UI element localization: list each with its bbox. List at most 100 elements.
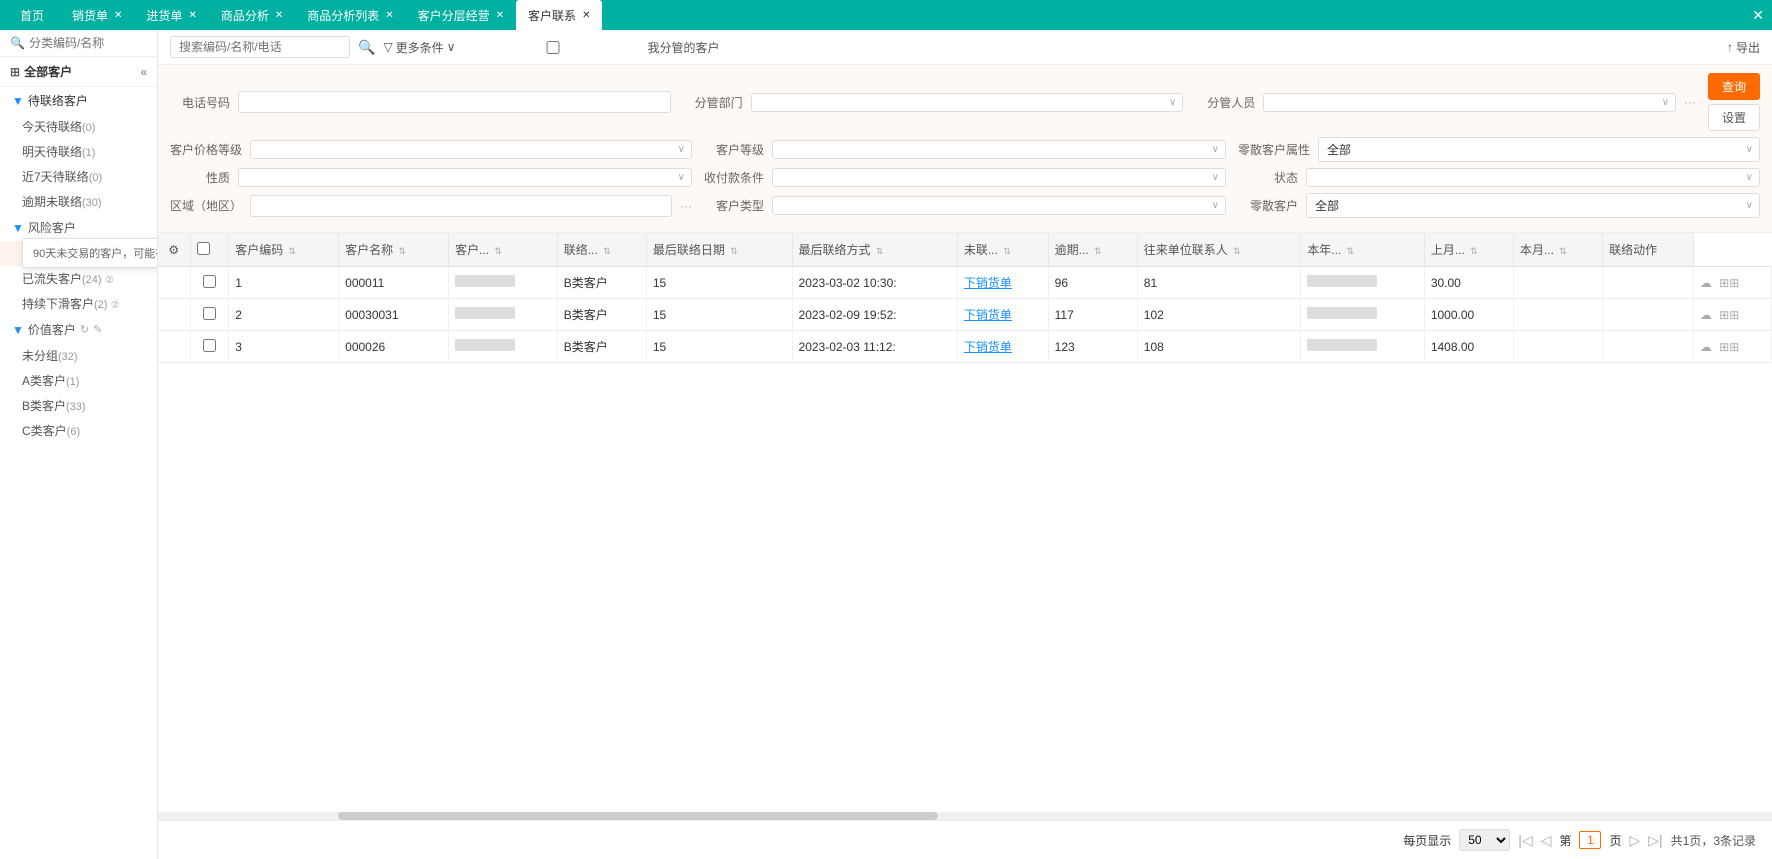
chevron-customer-grade-icon: ∨ bbox=[1212, 144, 1219, 155]
close-customer-tier-icon[interactable]: ✕ bbox=[496, 10, 504, 21]
more-region-icon[interactable]: ··· bbox=[680, 199, 692, 213]
payment-select[interactable]: ∨ bbox=[772, 168, 1226, 187]
tab-sales[interactable]: 销货单 ✕ bbox=[60, 0, 134, 30]
sidebar-item-declining[interactable]: 持续下滑客户(2) ② bbox=[0, 291, 157, 316]
tab-customer-tier[interactable]: 客户分层经营 ✕ bbox=[406, 0, 516, 30]
status-select[interactable]: ∨ bbox=[1306, 168, 1760, 187]
th-contacts[interactable]: 联络... ⇅ bbox=[557, 233, 646, 267]
tab-product-list[interactable]: 商品分析列表 ✕ bbox=[295, 0, 405, 30]
customer-grade-select[interactable]: ∨ bbox=[772, 140, 1226, 159]
row-checkbox[interactable] bbox=[203, 275, 216, 288]
contact-action-icon[interactable]: ☁ bbox=[1700, 276, 1712, 290]
row-last-method[interactable]: 下销货单 bbox=[957, 299, 1048, 331]
phone-input[interactable] bbox=[238, 91, 671, 113]
prev-prev-icon[interactable]: |◁ bbox=[1518, 832, 1532, 849]
th-code[interactable]: 客户编码 ⇅ bbox=[229, 233, 339, 267]
tab-purchase[interactable]: 进货单 ✕ bbox=[134, 0, 208, 30]
grid-icon: ⊞ bbox=[10, 65, 20, 79]
row-last-method[interactable]: 下销货单 bbox=[957, 267, 1048, 299]
close-purchase-icon[interactable]: ✕ bbox=[188, 10, 196, 21]
th-type[interactable]: 客户... ⇅ bbox=[449, 233, 558, 267]
scrollbar-thumb[interactable] bbox=[338, 812, 938, 820]
sidebar-item-a-class[interactable]: A类客户(1) bbox=[0, 368, 157, 393]
my-customers-checkbox[interactable] bbox=[463, 41, 643, 54]
next-icon[interactable]: ▷ bbox=[1629, 832, 1640, 849]
th-last-method[interactable]: 最后联络方式 ⇅ bbox=[792, 233, 957, 267]
sidebar-group-risk[interactable]: ▼ 风险客户 bbox=[0, 214, 157, 241]
th-this-year[interactable]: 本年... ⇅ bbox=[1301, 233, 1425, 267]
customer-type-select[interactable]: ∨ bbox=[772, 196, 1226, 215]
row-last-month bbox=[1513, 267, 1602, 299]
sidebar-item-ungroup[interactable]: 未分组(32) bbox=[0, 343, 157, 368]
sort-contacts-icon: ⇅ bbox=[603, 246, 611, 256]
table-row: 1 000011 B类客户 15 2023-03-02 10:30: 下销货单 … bbox=[158, 267, 1772, 299]
close-sales-icon[interactable]: ✕ bbox=[114, 10, 122, 21]
row-last-method[interactable]: 下销货单 bbox=[957, 331, 1048, 363]
close-product-analysis-icon[interactable]: ✕ bbox=[275, 10, 283, 21]
sidebar-group-pending[interactable]: ▼ 待联络客户 bbox=[0, 87, 157, 114]
manager-select[interactable]: ∨ bbox=[1263, 93, 1676, 112]
close-window-icon[interactable]: ✕ bbox=[1752, 7, 1764, 24]
contact-action-icon[interactable]: ☁ bbox=[1700, 340, 1712, 354]
search-input[interactable] bbox=[170, 36, 350, 58]
more-conditions-btn[interactable]: ▽ 更多条件 ∨ bbox=[383, 39, 455, 56]
th-overdue[interactable]: 逾期... ⇅ bbox=[1048, 233, 1137, 267]
sidebar-group-value[interactable]: ▼ 价值客户 ↻ ✎ bbox=[0, 316, 157, 343]
row-checkbox[interactable] bbox=[203, 339, 216, 352]
price-grade-select[interactable]: ∨ bbox=[250, 140, 692, 159]
sidebar-all-customers[interactable]: ⊞ 全部客户 « bbox=[0, 57, 157, 87]
sidebar-search-input[interactable] bbox=[29, 36, 147, 50]
sidebar-item-7days-pending[interactable]: 近7天待联络(0) bbox=[0, 164, 157, 189]
contact-action-icon[interactable]: ☁ bbox=[1700, 308, 1712, 322]
prev-icon[interactable]: ◁ bbox=[1541, 832, 1552, 849]
chevron-nature-icon: ∨ bbox=[678, 172, 685, 183]
department-select[interactable]: ∨ bbox=[751, 93, 1184, 112]
row-checkbox[interactable] bbox=[203, 307, 216, 320]
more-action-icon[interactable]: ⊞⊞ bbox=[1719, 276, 1739, 290]
next-next-icon[interactable]: ▷| bbox=[1648, 832, 1662, 849]
collapse-sidebar-icon[interactable]: « bbox=[140, 65, 147, 79]
nature-select[interactable]: ∨ bbox=[238, 168, 692, 187]
th-name[interactable]: 客户名称 ⇅ bbox=[339, 233, 449, 267]
sidebar-item-tomorrow-pending[interactable]: 明天待联络(1) bbox=[0, 139, 157, 164]
filter-price-grade: 客户价格等级 ∨ bbox=[170, 140, 692, 159]
my-customers-checkbox-label[interactable]: 我分管的客户 bbox=[463, 39, 719, 56]
more-action-icon[interactable]: ⊞⊞ bbox=[1719, 340, 1739, 354]
region-input[interactable] bbox=[250, 195, 672, 217]
edit-value-icon[interactable]: ✎ bbox=[93, 323, 102, 336]
refresh-value-icon[interactable]: ↻ bbox=[80, 323, 89, 336]
row-last-month bbox=[1513, 299, 1602, 331]
settings-btn[interactable]: 设置 bbox=[1708, 104, 1760, 131]
export-btn[interactable]: ↑ 导出 bbox=[1727, 39, 1760, 56]
th-unit-contact[interactable]: 往来单位联系人 ⇅ bbox=[1137, 233, 1301, 267]
tab-customer-contact[interactable]: 客户联系 ✕ bbox=[516, 0, 602, 30]
select-all-checkbox[interactable] bbox=[197, 242, 210, 255]
per-page-select[interactable]: 50 100 200 bbox=[1459, 829, 1510, 851]
search-btn[interactable]: 🔍 bbox=[358, 39, 375, 56]
sidebar-item-churned[interactable]: 已流失客户(24) ② bbox=[0, 266, 157, 291]
query-btn[interactable]: 查询 bbox=[1708, 73, 1760, 100]
horizontal-scrollbar[interactable] bbox=[158, 812, 1772, 820]
th-checkbox[interactable] bbox=[190, 233, 229, 267]
chevron-zero-attr-icon: ∨ bbox=[1746, 144, 1753, 155]
more-action-icon[interactable]: ⊞⊞ bbox=[1719, 308, 1739, 322]
close-customer-contact-icon[interactable]: ✕ bbox=[582, 10, 590, 21]
sidebar-item-overdue-contact[interactable]: 逾期未联络(30) bbox=[0, 189, 157, 214]
sort-last-month-icon: ⇅ bbox=[1470, 246, 1478, 256]
sidebar-item-c-class[interactable]: C类客户(6) bbox=[0, 418, 157, 443]
zero-attr-select[interactable]: 全部 ∨ bbox=[1318, 137, 1760, 162]
sidebar-item-b-class[interactable]: B类客户(33) bbox=[0, 393, 157, 418]
th-this-month[interactable]: 本月... ⇅ bbox=[1513, 233, 1602, 267]
sidebar-item-today-pending[interactable]: 今天待联络(0) bbox=[0, 114, 157, 139]
tab-product-analysis[interactable]: 商品分析 ✕ bbox=[209, 0, 295, 30]
close-product-list-icon[interactable]: ✕ bbox=[385, 10, 393, 21]
more-manager-icon[interactable]: ··· bbox=[1684, 95, 1696, 109]
table-settings-col[interactable]: ⚙ bbox=[158, 233, 190, 267]
zero-customer-select[interactable]: 全部 ∨ bbox=[1306, 193, 1760, 218]
th-last-date[interactable]: 最后联络日期 ⇅ bbox=[646, 233, 792, 267]
th-last-month[interactable]: 上月... ⇅ bbox=[1424, 233, 1513, 267]
th-unlisted[interactable]: 未联... ⇅ bbox=[957, 233, 1048, 267]
row-last-date: 2023-02-09 19:52: bbox=[792, 299, 957, 331]
filter-phone: 电话号码 bbox=[170, 91, 671, 113]
tab-home[interactable]: 首页 bbox=[8, 0, 56, 30]
